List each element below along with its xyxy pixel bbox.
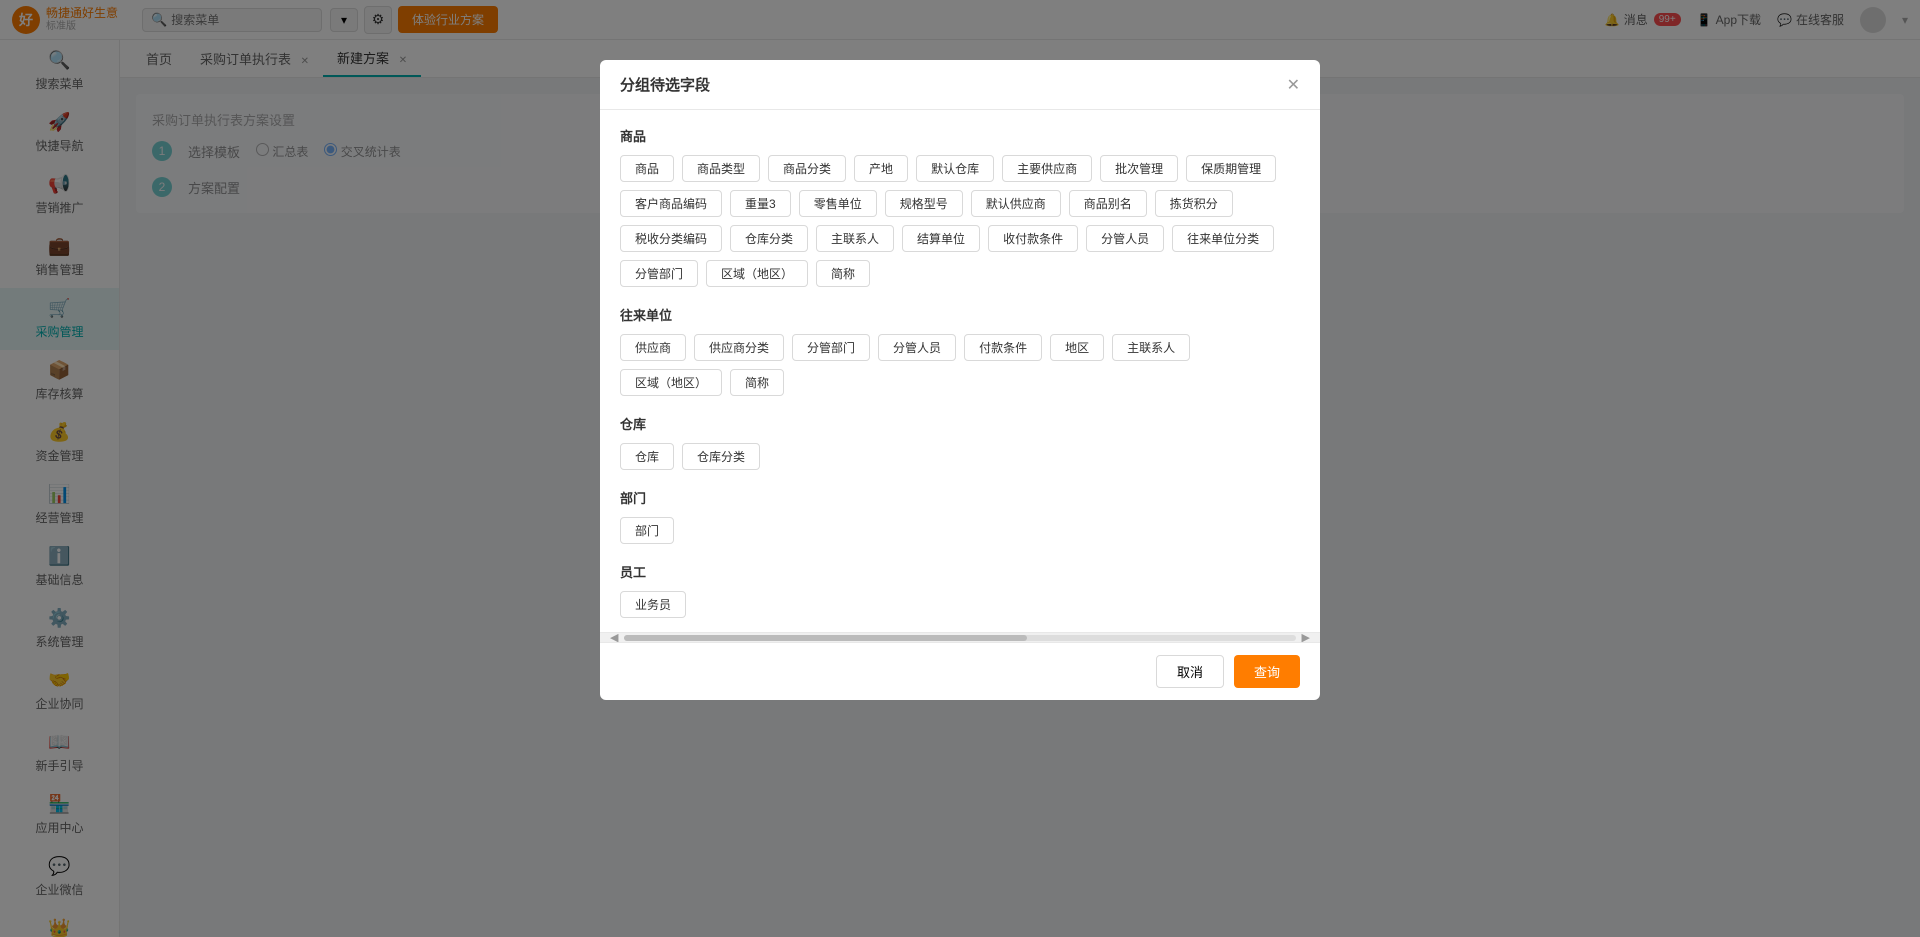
tag-goods-19[interactable]: 收付款条件 xyxy=(988,225,1078,252)
section-staff: 员工 业务员 xyxy=(620,562,1300,618)
tag-partner-1[interactable]: 供应商分类 xyxy=(694,334,784,361)
section-warehouse-tags: 仓库 仓库分类 xyxy=(620,443,1300,470)
modal-hscroll[interactable]: ◀ ▶ xyxy=(600,632,1320,642)
confirm-button[interactable]: 查询 xyxy=(1234,655,1300,688)
field-select-modal: 分组待选字段 ✕ 商品 商品 商品类型 商品分类 产地 默认仓库 主要供应商 批… xyxy=(600,60,1320,700)
tag-goods-4[interactable]: 默认仓库 xyxy=(916,155,994,182)
tag-goods-17[interactable]: 主联系人 xyxy=(816,225,894,252)
tag-goods-13[interactable]: 商品别名 xyxy=(1069,190,1147,217)
tag-goods-15[interactable]: 税收分类编码 xyxy=(620,225,722,252)
modal-overlay: 分组待选字段 ✕ 商品 商品 商品类型 商品分类 产地 默认仓库 主要供应商 批… xyxy=(0,0,1920,937)
tag-goods-14[interactable]: 拣货积分 xyxy=(1155,190,1233,217)
tag-goods-22[interactable]: 分管部门 xyxy=(620,260,698,287)
section-staff-title: 员工 xyxy=(620,562,1300,581)
tag-goods-8[interactable]: 客户商品编码 xyxy=(620,190,722,217)
section-goods-tags: 商品 商品类型 商品分类 产地 默认仓库 主要供应商 批次管理 保质期管理 客户… xyxy=(620,155,1300,287)
tag-partner-5[interactable]: 地区 xyxy=(1050,334,1104,361)
section-dept: 部门 部门 xyxy=(620,488,1300,544)
modal-header: 分组待选字段 ✕ xyxy=(600,60,1320,110)
tag-goods-9[interactable]: 重量3 xyxy=(730,190,791,217)
tag-dept-0[interactable]: 部门 xyxy=(620,517,674,544)
tag-goods-0[interactable]: 商品 xyxy=(620,155,674,182)
section-partner-title: 往来单位 xyxy=(620,305,1300,324)
tag-staff-0[interactable]: 业务员 xyxy=(620,591,686,618)
tag-partner-6[interactable]: 主联系人 xyxy=(1112,334,1190,361)
tag-goods-18[interactable]: 结算单位 xyxy=(902,225,980,252)
tag-partner-3[interactable]: 分管人员 xyxy=(878,334,956,361)
section-dept-tags: 部门 xyxy=(620,517,1300,544)
tag-partner-7[interactable]: 区域（地区） xyxy=(620,369,722,396)
section-partner: 往来单位 供应商 供应商分类 分管部门 分管人员 付款条件 地区 主联系人 区域… xyxy=(620,305,1300,396)
tag-goods-1[interactable]: 商品类型 xyxy=(682,155,760,182)
modal-body: 商品 商品 商品类型 商品分类 产地 默认仓库 主要供应商 批次管理 保质期管理… xyxy=(600,110,1320,632)
tag-warehouse-0[interactable]: 仓库 xyxy=(620,443,674,470)
section-goods-title: 商品 xyxy=(620,126,1300,145)
section-warehouse: 仓库 仓库 仓库分类 xyxy=(620,414,1300,470)
modal-footer: 取消 查询 xyxy=(600,642,1320,700)
tag-goods-3[interactable]: 产地 xyxy=(854,155,908,182)
tag-partner-0[interactable]: 供应商 xyxy=(620,334,686,361)
tag-partner-8[interactable]: 简称 xyxy=(730,369,784,396)
tag-partner-2[interactable]: 分管部门 xyxy=(792,334,870,361)
tag-goods-2[interactable]: 商品分类 xyxy=(768,155,846,182)
tag-goods-10[interactable]: 零售单位 xyxy=(799,190,877,217)
tag-warehouse-1[interactable]: 仓库分类 xyxy=(682,443,760,470)
tag-goods-12[interactable]: 默认供应商 xyxy=(971,190,1061,217)
tag-goods-21[interactable]: 往来单位分类 xyxy=(1172,225,1274,252)
hscroll-thumb[interactable] xyxy=(624,635,1027,641)
tag-goods-20[interactable]: 分管人员 xyxy=(1086,225,1164,252)
tag-goods-16[interactable]: 仓库分类 xyxy=(730,225,808,252)
section-dept-title: 部门 xyxy=(620,488,1300,507)
tag-goods-7[interactable]: 保质期管理 xyxy=(1186,155,1276,182)
tag-goods-11[interactable]: 规格型号 xyxy=(885,190,963,217)
tag-goods-24[interactable]: 简称 xyxy=(816,260,870,287)
tag-partner-4[interactable]: 付款条件 xyxy=(964,334,1042,361)
section-partner-tags: 供应商 供应商分类 分管部门 分管人员 付款条件 地区 主联系人 区域（地区） … xyxy=(620,334,1300,396)
cancel-button[interactable]: 取消 xyxy=(1156,655,1224,688)
section-goods: 商品 商品 商品类型 商品分类 产地 默认仓库 主要供应商 批次管理 保质期管理… xyxy=(620,126,1300,287)
tag-goods-23[interactable]: 区域（地区） xyxy=(706,260,808,287)
section-staff-tags: 业务员 xyxy=(620,591,1300,618)
tag-goods-5[interactable]: 主要供应商 xyxy=(1002,155,1092,182)
modal-title: 分组待选字段 xyxy=(620,74,710,95)
section-warehouse-title: 仓库 xyxy=(620,414,1300,433)
hscroll-track[interactable] xyxy=(624,635,1295,641)
modal-close-button[interactable]: ✕ xyxy=(1287,75,1300,95)
tag-goods-6[interactable]: 批次管理 xyxy=(1100,155,1178,182)
